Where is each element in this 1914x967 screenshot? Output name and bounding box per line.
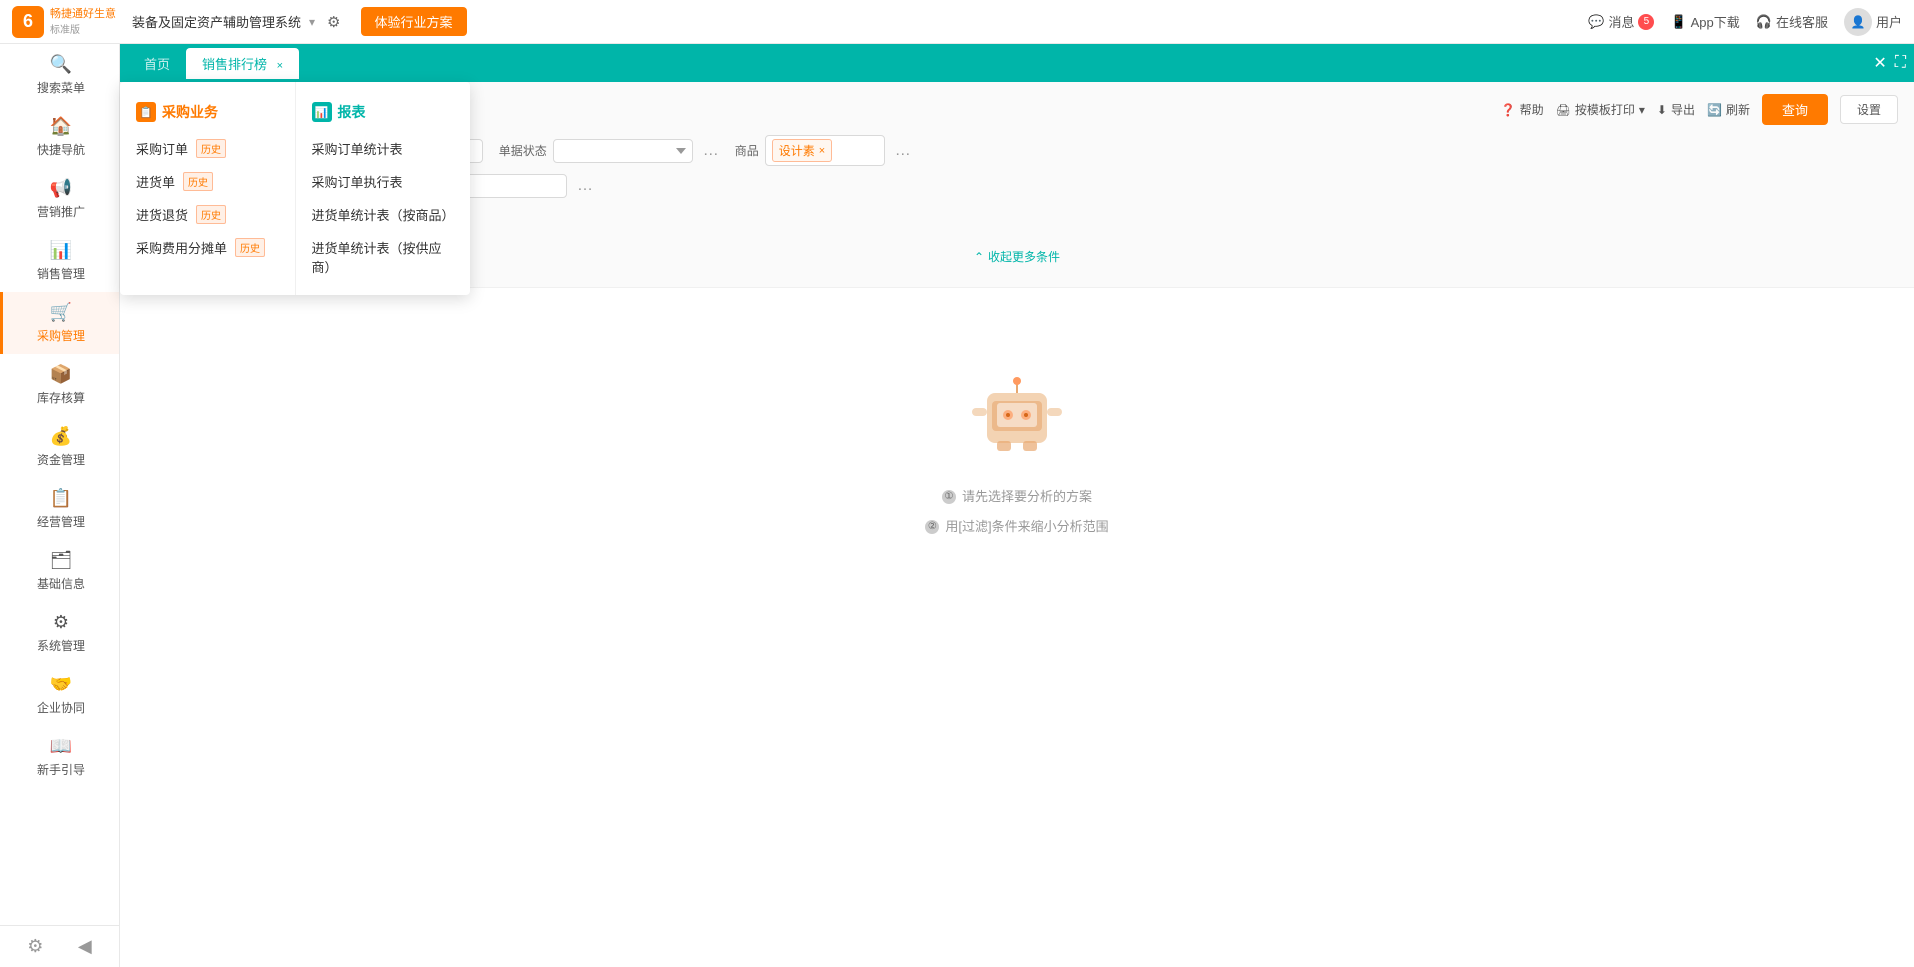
report-item-采购订单统计表[interactable]: 采购订单统计表 [296, 132, 471, 165]
purchase-dropdown-menu: 📋 采购业务 采购订单历史进货单历史进货退货历史采购费用分摊单历史 📊 报表 采… [120, 82, 470, 295]
purchase-item-进货退货[interactable]: 进货退货历史 [120, 198, 295, 231]
purchase-report-header-icon: 📊 [312, 102, 332, 122]
purchase-report-col: 📊 报表 采购订单统计表采购订单执行表进货单统计表（按商品）进货单统计表（按供应… [296, 82, 471, 295]
purchase-business-col: 📋 采购业务 采购订单历史进货单历史进货退货历史采购费用分摊单历史 [120, 82, 296, 295]
purchase-business-header-icon: 📋 [136, 102, 156, 122]
purchase-report-title: 报表 [338, 102, 366, 122]
report-item-进货单统计表按供应商[interactable]: 进货单统计表（按供应商） [296, 231, 471, 283]
purchase-item-采购费用分摊单[interactable]: 采购费用分摊单历史 [120, 231, 295, 264]
purchase-item-进货单[interactable]: 进货单历史 [120, 165, 295, 198]
purchase-business-header: 📋 采购业务 [120, 94, 295, 132]
purchase-item-采购订单[interactable]: 采购订单历史 [120, 132, 295, 165]
report-item-采购订单执行表[interactable]: 采购订单执行表 [296, 165, 471, 198]
purchase-report-header: 📊 报表 [296, 94, 471, 132]
report-item-进货单统计表按商品[interactable]: 进货单统计表（按商品） [296, 198, 471, 231]
purchase-business-title: 采购业务 [162, 102, 218, 122]
